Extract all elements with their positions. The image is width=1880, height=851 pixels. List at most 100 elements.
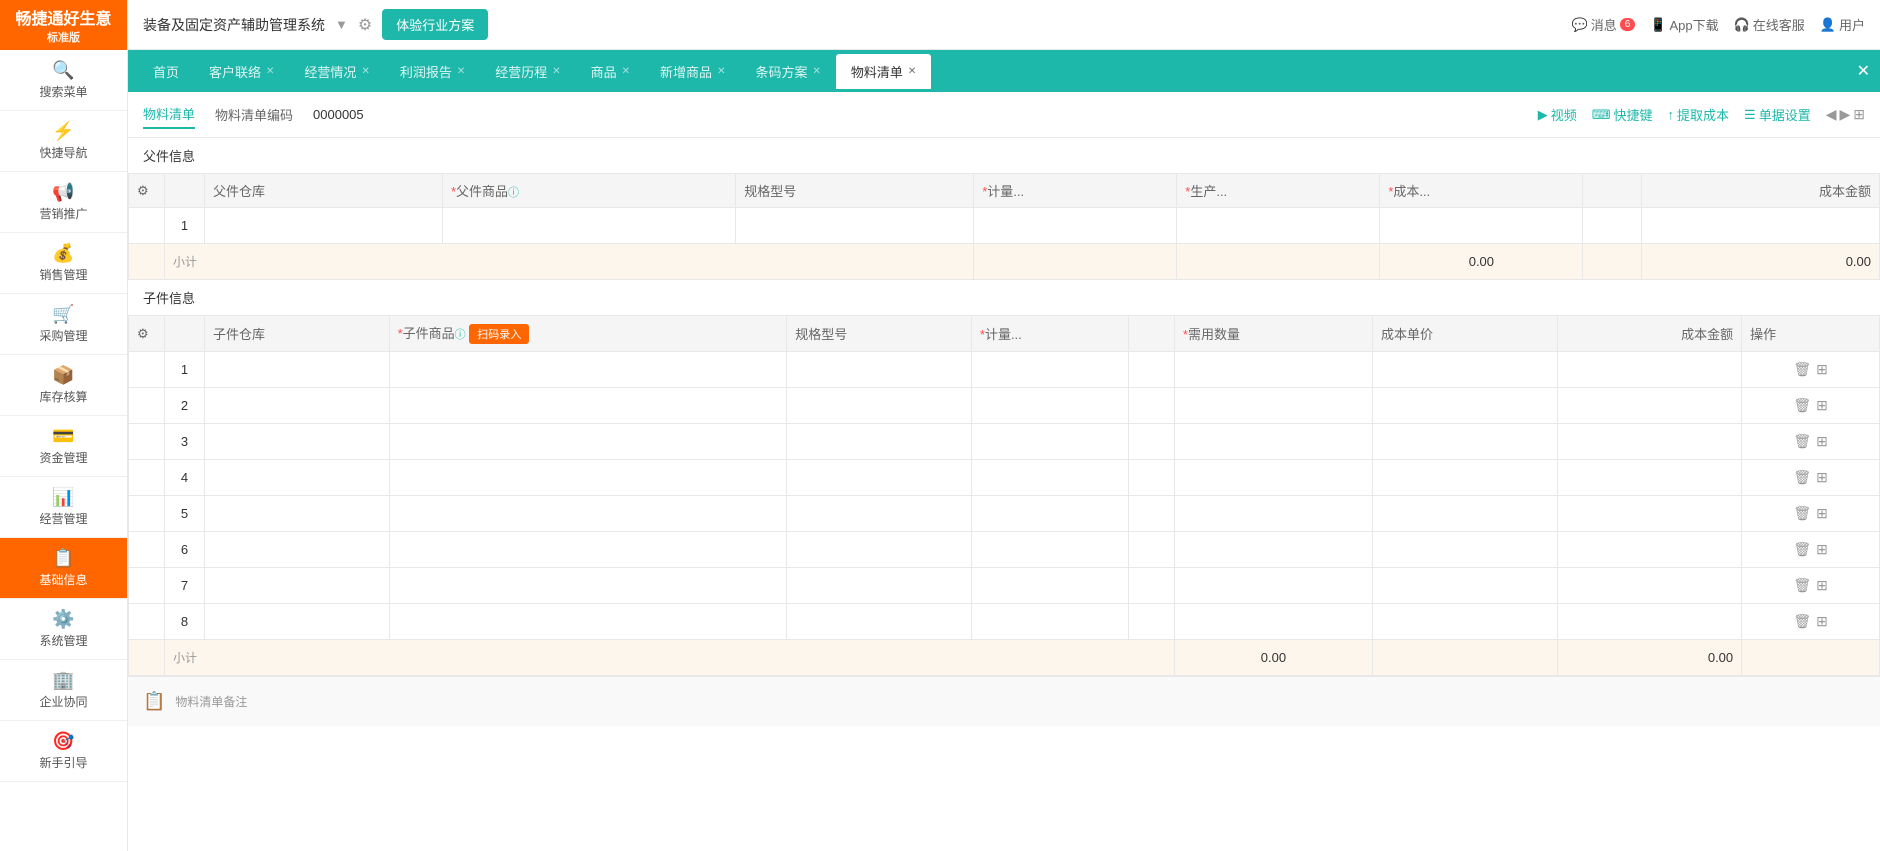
parent-row1-product[interactable] xyxy=(442,208,735,244)
child-row8-copy-icon[interactable]: ⊞ xyxy=(1816,613,1828,630)
messages-item[interactable]: 💬 消息 6 xyxy=(1572,15,1636,34)
child-row6-unit[interactable] xyxy=(971,532,1129,568)
parent-row1-spec[interactable] xyxy=(736,208,974,244)
child-row2-unit[interactable] xyxy=(971,388,1129,424)
child-row5-spec[interactable] xyxy=(787,496,972,532)
sub-tab-bom[interactable]: 物料清单 xyxy=(143,100,195,129)
child-row6-qty[interactable] xyxy=(1174,532,1372,568)
user-item[interactable]: 👤 用户 xyxy=(1820,15,1865,34)
child-row1-warehouse[interactable] xyxy=(205,352,390,388)
child-row7-qty[interactable] xyxy=(1174,568,1372,604)
child-row1-unit[interactable] xyxy=(971,352,1129,388)
child-row3-warehouse[interactable] xyxy=(205,424,390,460)
child-row7-delete-icon[interactable]: 🗑 xyxy=(1793,577,1811,594)
expand-icon[interactable]: ⊞ xyxy=(1853,106,1865,123)
sidebar-item-quick-nav[interactable]: ⚡快捷导航 xyxy=(0,111,127,172)
child-row8-qty[interactable] xyxy=(1174,604,1372,640)
extract-cost-action[interactable]: ↑ 提取成本 xyxy=(1668,105,1730,124)
child-settings-icon[interactable]: ⚙ xyxy=(137,326,149,341)
nav-tab-2[interactable]: 经营情况✕ xyxy=(289,54,384,89)
child-row8-warehouse[interactable] xyxy=(205,604,390,640)
child-row1-product[interactable] xyxy=(389,352,787,388)
shortcut-action[interactable]: ⌨ 快捷键 xyxy=(1592,105,1653,124)
video-action[interactable]: ▶ 视频 xyxy=(1538,105,1577,124)
nav-tab-close-2[interactable]: ✕ xyxy=(361,66,369,77)
prev-arrow[interactable]: ◀ xyxy=(1826,106,1837,123)
child-row6-unit-cost[interactable] xyxy=(1373,532,1558,568)
child-row3-unit-cost[interactable] xyxy=(1373,424,1558,460)
child-row3-product[interactable] xyxy=(389,424,787,460)
nav-tab-7[interactable]: 条码方案✕ xyxy=(740,54,835,89)
child-row2-spec[interactable] xyxy=(787,388,972,424)
child-row2-product[interactable] xyxy=(389,388,787,424)
sidebar-item-enterprise[interactable]: 🏢企业协同 xyxy=(0,660,127,721)
sidebar-item-search[interactable]: 🔍搜索菜单 xyxy=(0,50,127,111)
child-row4-product[interactable] xyxy=(389,460,787,496)
nav-tab-6[interactable]: 新增商品✕ xyxy=(645,54,740,89)
child-row3-unit[interactable] xyxy=(971,424,1129,460)
child-row4-unit-cost[interactable] xyxy=(1373,460,1558,496)
child-row4-qty[interactable] xyxy=(1174,460,1372,496)
child-row6-warehouse[interactable] xyxy=(205,532,390,568)
child-row7-warehouse[interactable] xyxy=(205,568,390,604)
child-row6-copy-icon[interactable]: ⊞ xyxy=(1816,541,1828,558)
child-row7-spec[interactable] xyxy=(787,568,972,604)
sidebar-item-guide[interactable]: 🎯新手引导 xyxy=(0,721,127,782)
child-row8-unit[interactable] xyxy=(971,604,1129,640)
nav-tab-5[interactable]: 商品✕ xyxy=(576,54,645,89)
nav-tab-close-8[interactable]: ✕ xyxy=(908,66,916,77)
app-download-item[interactable]: 📱 App下载 xyxy=(1650,15,1718,34)
nav-tab-close-6[interactable]: ✕ xyxy=(717,66,725,77)
child-row6-delete-icon[interactable]: 🗑 xyxy=(1793,541,1811,558)
child-row2-qty[interactable] xyxy=(1174,388,1372,424)
nav-tab-close-5[interactable]: ✕ xyxy=(622,66,630,77)
nav-tab-close-4[interactable]: ✕ xyxy=(552,66,560,77)
child-row2-unit-cost[interactable] xyxy=(1373,388,1558,424)
next-arrow[interactable]: ▶ xyxy=(1839,106,1850,123)
settings-col-icon[interactable]: ⚙ xyxy=(137,183,149,198)
child-row7-copy-icon[interactable]: ⊞ xyxy=(1816,577,1828,594)
child-row1-spec[interactable] xyxy=(787,352,972,388)
child-row8-unit-cost[interactable] xyxy=(1373,604,1558,640)
sidebar-item-purchase[interactable]: 🛒采购管理 xyxy=(0,294,127,355)
child-row4-warehouse[interactable] xyxy=(205,460,390,496)
sidebar-item-finance[interactable]: 💳资金管理 xyxy=(0,416,127,477)
sidebar-item-operations[interactable]: 📊经营管理 xyxy=(0,477,127,538)
child-row5-warehouse[interactable] xyxy=(205,496,390,532)
child-row5-qty[interactable] xyxy=(1174,496,1372,532)
child-row4-copy-icon[interactable]: ⊞ xyxy=(1816,469,1828,486)
child-row8-spec[interactable] xyxy=(787,604,972,640)
close-all-tabs[interactable]: ✕ xyxy=(1857,61,1870,81)
child-row3-spec[interactable] xyxy=(787,424,972,460)
trial-button[interactable]: 体验行业方案 xyxy=(382,9,488,40)
child-row1-unit-cost[interactable] xyxy=(1373,352,1558,388)
child-row5-delete-icon[interactable]: 🗑 xyxy=(1793,505,1811,522)
nav-tab-8[interactable]: 物料清单✕ xyxy=(836,54,931,89)
dropdown-icon[interactable]: ▼ xyxy=(335,17,348,32)
child-row8-delete-icon[interactable]: 🗑 xyxy=(1793,613,1811,630)
child-row2-warehouse[interactable] xyxy=(205,388,390,424)
settings-icon[interactable]: ⚙ xyxy=(358,15,372,35)
sidebar-item-system[interactable]: ⚙️系统管理 xyxy=(0,599,127,660)
child-row1-copy-icon[interactable]: ⊞ xyxy=(1816,361,1828,378)
parent-row1-warehouse[interactable] xyxy=(205,208,443,244)
sidebar-item-marketing[interactable]: 📢营销推广 xyxy=(0,172,127,233)
child-row2-delete-icon[interactable]: 🗑 xyxy=(1793,397,1811,414)
child-row3-qty[interactable] xyxy=(1174,424,1372,460)
child-row7-product[interactable] xyxy=(389,568,787,604)
child-row8-product[interactable] xyxy=(389,604,787,640)
sidebar-item-inventory[interactable]: 📦库存核算 xyxy=(0,355,127,416)
child-row2-copy-icon[interactable]: ⊞ xyxy=(1816,397,1828,414)
scan-input-btn[interactable]: 扫码录入 xyxy=(469,324,529,344)
nav-tab-1[interactable]: 客户联络✕ xyxy=(194,54,289,89)
child-row4-spec[interactable] xyxy=(787,460,972,496)
child-row5-product[interactable] xyxy=(389,496,787,532)
child-row5-unit-cost[interactable] xyxy=(1373,496,1558,532)
nav-tab-close-7[interactable]: ✕ xyxy=(812,66,820,77)
child-row6-product[interactable] xyxy=(389,532,787,568)
nav-tab-close-1[interactable]: ✕ xyxy=(266,66,274,77)
child-row3-delete-icon[interactable]: 🗑 xyxy=(1793,433,1811,450)
nav-tab-0[interactable]: 首页 xyxy=(138,54,194,89)
nav-tab-3[interactable]: 利润报告✕ xyxy=(385,54,480,89)
child-row7-unit[interactable] xyxy=(971,568,1129,604)
